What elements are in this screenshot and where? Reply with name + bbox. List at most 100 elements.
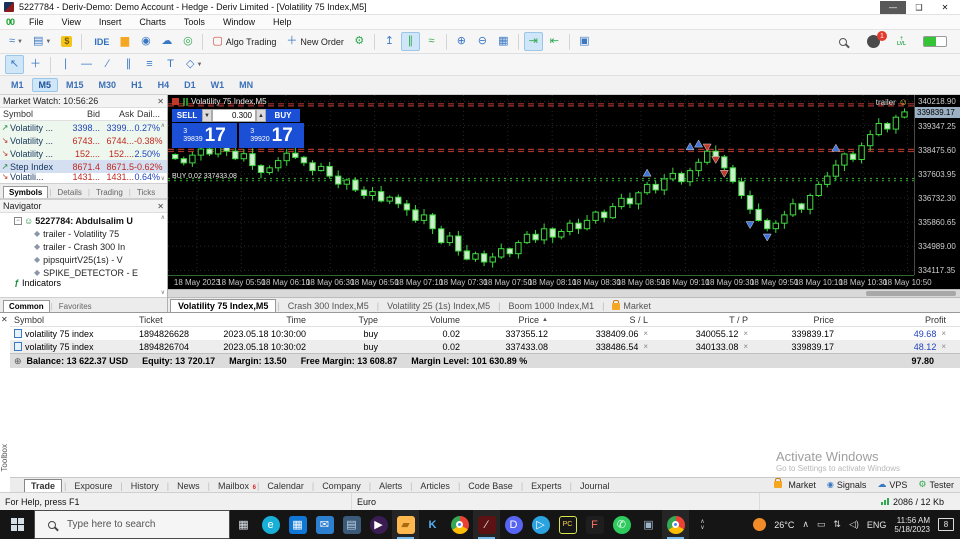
file-explorer-icon[interactable]: ▰ <box>392 510 419 539</box>
navigator-expert-item[interactable]: ◆ trailer - Volatility 75 <box>0 227 167 240</box>
menu-view[interactable]: View <box>53 17 90 27</box>
navigator-indicators-item[interactable]: ƒ Indicators <box>0 279 167 287</box>
tab-favorites[interactable]: Favorites <box>54 301 97 312</box>
trade-column-header[interactable]: Volume <box>382 315 464 325</box>
tab-experts[interactable]: Experts <box>525 480 568 492</box>
text-icon[interactable]: T <box>161 55 180 74</box>
scroll-down-icon[interactable]: ∨ <box>161 289 165 296</box>
taskbar-chevrons-icon[interactable]: ∧ ∨ <box>689 510 716 539</box>
close-position-icon[interactable]: × <box>743 342 748 351</box>
battery-icon[interactable]: ▭ <box>817 519 826 530</box>
levels-icon[interactable]: ⇡ LVL <box>892 32 911 51</box>
chart-area[interactable]: 340218.90 339347.25 338475.60 337603.95 3367… <box>168 95 960 297</box>
mt5-icon[interactable]: ∕ <box>473 510 500 539</box>
trade-table-row[interactable]: volatility 75 index 1894826628 2023.05.18 … <box>10 327 960 340</box>
close-position-icon[interactable]: × <box>643 342 648 351</box>
maximize-button[interactable]: ❑ <box>906 1 932 14</box>
tab-trading[interactable]: Trading <box>91 187 128 198</box>
market-lock-icon[interactable]: ▆ <box>115 32 134 51</box>
price-axis[interactable]: 340218.90 339347.25 338475.60 337603.95 3367… <box>914 95 960 275</box>
tray-expand-icon[interactable]: ∧ <box>802 519 809 530</box>
notifications-icon[interactable]: 1 <box>863 31 887 51</box>
chart-scrollbar[interactable] <box>168 289 960 297</box>
timeframe-h1[interactable]: H1 <box>124 78 150 92</box>
chart-tab-market[interactable]: Market <box>605 299 658 312</box>
discord-icon[interactable]: D <box>500 510 527 539</box>
edge-icon[interactable]: e <box>257 510 284 539</box>
menu-window[interactable]: Window <box>214 17 264 27</box>
chart-tab-volatility-25-1s-index-m5[interactable]: Volatility 25 (1s) Index,M5 <box>380 300 497 312</box>
printer-icon[interactable]: ▤ <box>338 510 365 539</box>
profiles-icon[interactable]: ▤ ▼ <box>29 32 55 51</box>
tab-common[interactable]: Common <box>3 300 50 312</box>
trade-column-header[interactable]: Price <box>752 315 838 325</box>
tab-code-base[interactable]: Code Base <box>462 480 519 492</box>
tab-alerts[interactable]: Alerts <box>373 480 408 492</box>
market-watch-row[interactable]: ↘ Volatili... 1431... 1431... 0.64% <box>0 173 167 180</box>
chrome-icon[interactable] <box>446 510 473 539</box>
timeframe-m5[interactable]: M5 <box>31 78 59 92</box>
market-button[interactable]: Market <box>774 478 816 490</box>
search-icon[interactable] <box>831 32 855 51</box>
trade-column-header[interactable]: T / P <box>652 315 752 325</box>
connection-toggle[interactable] <box>919 32 951 51</box>
telegram-icon[interactable]: ▷ <box>527 510 554 539</box>
time-axis[interactable]: 18 May 2023 18 May 05:50 18 May 06:10 18 Ma… <box>168 275 932 288</box>
timeframe-m1[interactable]: M1 <box>4 78 31 92</box>
shapes-icon[interactable]: ◇ ▼ <box>182 55 206 74</box>
market-watch-row[interactable]: ↗ Step Index 8671.4 8671.5 -0.62% <box>0 160 167 173</box>
pycharm-icon[interactable]: PC <box>554 510 581 539</box>
trendline-icon[interactable]: ∕ <box>98 55 117 74</box>
start-button[interactable] <box>0 510 34 539</box>
column-header-bid[interactable]: Bid <box>66 109 100 119</box>
minimize-button[interactable]: — <box>880 0 906 14</box>
scroll-up-icon[interactable]: ∧ <box>161 214 165 221</box>
menu-help[interactable]: Help <box>264 17 301 27</box>
k-app-icon[interactable]: K <box>419 510 446 539</box>
tab-journal[interactable]: Journal <box>574 480 616 492</box>
temperature-text[interactable]: 26°C <box>774 520 794 530</box>
column-header-ask[interactable]: Ask <box>100 109 134 119</box>
mail-icon[interactable]: ✉ <box>311 510 338 539</box>
tab-ticks[interactable]: Ticks <box>132 187 160 198</box>
column-header-dail[interactable]: Dail... <box>134 109 162 119</box>
sell-button[interactable]: SELL <box>172 109 202 122</box>
column-header-symbol[interactable]: Symbol <box>0 109 66 119</box>
volume-icon[interactable]: ◁) <box>849 519 859 530</box>
menu-insert[interactable]: Insert <box>90 17 131 27</box>
vps-cloud-icon[interactable]: ☁ <box>157 32 176 51</box>
auto-scroll-icon[interactable]: ⇥ <box>523 32 543 51</box>
chart-tab-boom-1000-index-m1[interactable]: Boom 1000 Index,M1 <box>502 300 602 312</box>
buy-price-display[interactable]: 3 39920 17 <box>239 123 304 148</box>
tab-articles[interactable]: Articles <box>414 480 456 492</box>
trade-column-header[interactable]: Type <box>310 315 382 325</box>
navigator-expert-item[interactable]: ◆ SPIKE_DETECTOR - E <box>0 266 167 279</box>
tab-details[interactable]: Details <box>52 187 86 198</box>
clock[interactable]: 11:56 AM 5/18/2023 <box>894 516 930 534</box>
scroll-up-icon[interactable]: ∧ <box>161 122 165 129</box>
chrome-profile-icon[interactable] <box>662 510 689 539</box>
horizontal-line-icon[interactable]: — <box>77 55 96 74</box>
signals-icon[interactable]: ◉ <box>136 32 155 51</box>
tab-mailbox[interactable]: Mailbox 6 <box>212 480 256 492</box>
ide-button[interactable]: IDE <box>87 32 113 51</box>
menu-file[interactable]: File <box>20 17 53 27</box>
devices-icon[interactable]: ▣ <box>635 510 662 539</box>
language-indicator[interactable]: ENG <box>867 520 887 530</box>
tester-button[interactable]: ⚙ Tester <box>918 479 954 490</box>
chart-tab-volatility-75-index-m5[interactable]: Volatility 75 Index,M5 <box>170 299 277 312</box>
taskbar-search-input[interactable]: Type here to search <box>34 510 230 539</box>
zoom-in-icon[interactable]: ⊕ <box>452 32 471 51</box>
navigator-expert-item[interactable]: ◆ pipsquirtV25(1s) - V <box>0 253 167 266</box>
trade-column-header[interactable]: Ticket <box>135 315 210 325</box>
tab-news[interactable]: News <box>171 480 206 492</box>
close-icon[interactable]: ✕ <box>157 97 164 106</box>
scroll-down-icon[interactable]: ∨ <box>161 175 165 182</box>
tab-trade[interactable]: Trade <box>24 479 63 492</box>
market-watch-row[interactable]: ↘ Volatility ... 152.... 152.... 2.50% <box>0 147 167 160</box>
buy-button[interactable]: BUY <box>266 109 300 122</box>
tile-windows-icon[interactable]: ▦ <box>494 32 513 51</box>
collapse-icon[interactable]: − <box>14 216 22 225</box>
quotes-icon[interactable]: $ <box>57 32 76 51</box>
cursor-icon[interactable]: ↖ <box>5 55 24 74</box>
